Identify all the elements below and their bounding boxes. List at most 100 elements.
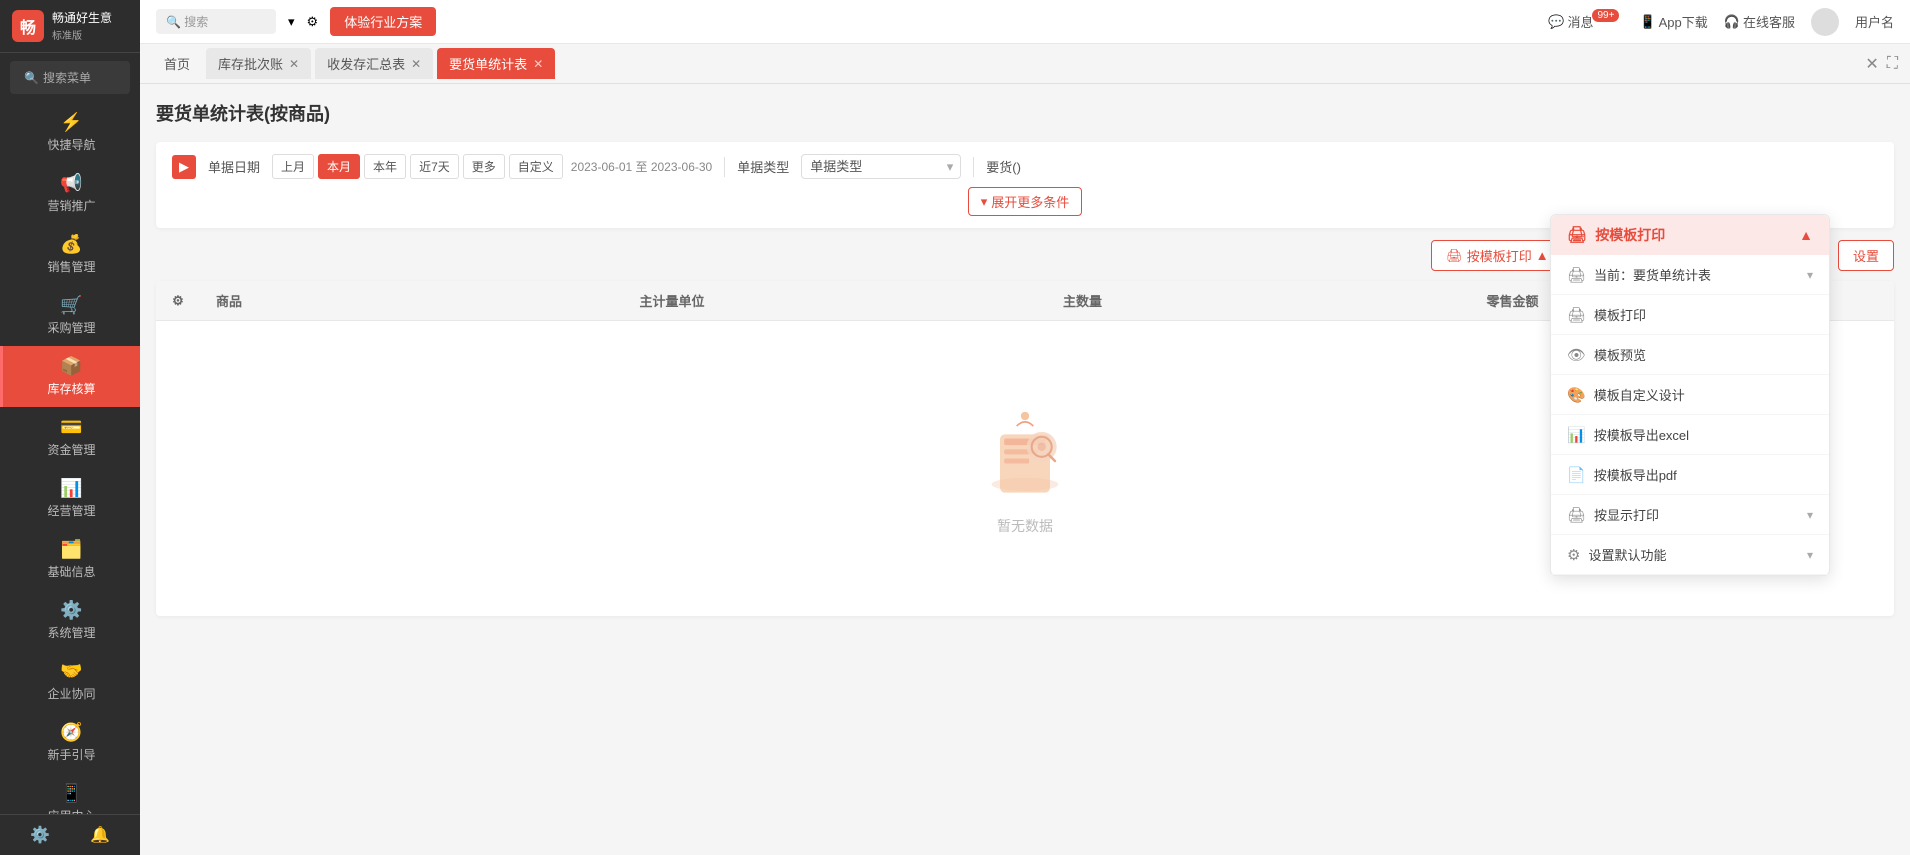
th-settings[interactable]: ⚙ <box>156 293 200 309</box>
dropdown-item-template-export-pdf[interactable]: 📄 按模板导出pdf <box>1551 455 1829 495</box>
expand-more-btn[interactable]: ▾ 展开更多条件 <box>968 187 1083 216</box>
sidebar-item-finance[interactable]: 💳 资金管理 <box>0 407 140 468</box>
tabs-bar: 首页 库存批次账 ✕收发存汇总表 ✕要货单统计表 ✕ ✕ ⛶ <box>140 44 1910 84</box>
sidebar-item-basic[interactable]: 🗂️ 基础信息 <box>0 529 140 590</box>
tab-label-receivable-summary: 收发存汇总表 <box>327 54 405 73</box>
tab-close-order-stat[interactable]: ✕ <box>533 57 543 71</box>
order-type-label: 单据类型 <box>737 157 789 176</box>
date-btn-本年[interactable]: 本年 <box>364 154 406 179</box>
tab-maximize-icon[interactable]: ⛶ <box>1887 55 1898 73</box>
nav-icon-apps: 📱 <box>60 783 82 804</box>
nav-label-quick-nav: 快捷导航 <box>47 136 95 153</box>
service-icon: 🎧 <box>1724 14 1740 30</box>
date-btn-本月[interactable]: 本月 <box>318 154 360 179</box>
print-template-btn[interactable]: 🖨 按模板打印 ▲ <box>1431 240 1563 271</box>
message-btn[interactable]: 💬 消息 99+ <box>1548 12 1623 31</box>
sidebar-item-apps[interactable]: 📱 应用中心 <box>0 773 140 814</box>
nav-label-purchase: 采购管理 <box>47 319 95 336</box>
page-title: 要货单统计表(按商品) <box>156 100 1894 126</box>
dropdown-arrow: ▲ <box>1799 227 1813 243</box>
avatar[interactable] <box>1811 8 1839 36</box>
di-icon-template-print: 🖨 <box>1567 306 1586 324</box>
trial-btn[interactable]: 体验行业方案 <box>330 7 436 36</box>
nav-icon-corp: 🤝 <box>60 661 82 682</box>
nav-icon-business: 📊 <box>60 478 82 499</box>
di-icon-template-export-excel: 📊 <box>1567 426 1586 444</box>
dropdown-item-template-print[interactable]: 🖨 模板打印 <box>1551 295 1829 335</box>
logo-sub: 标准版 <box>52 27 112 42</box>
sidebar-item-guide[interactable]: 🧭 新手引导 <box>0 712 140 773</box>
tab-close-receivable-summary[interactable]: ✕ <box>411 57 421 71</box>
sidebar-item-system[interactable]: ⚙️ 系统管理 <box>0 590 140 651</box>
sound-bottom-icon[interactable]: 🔔 <box>90 825 110 845</box>
th-unit: 主计量单位 <box>624 291 1048 310</box>
sidebar-item-corp[interactable]: 🤝 企业协同 <box>0 651 140 712</box>
nav-icon-marketing: 📢 <box>60 173 82 194</box>
nav-icon-sales: 💰 <box>60 234 82 255</box>
dropdown-section-display-print[interactable]: 🖨 按显示打印 ▾ <box>1551 495 1829 535</box>
settings-btn[interactable]: 设置 <box>1838 240 1894 271</box>
sidebar: 畅 畅通好生意 标准版 🔍 搜索菜单 ⚡ 快捷导航 📢 营销推广 💰 销售管理 … <box>0 0 140 855</box>
tab-order-stat[interactable]: 要货单统计表 ✕ <box>437 48 555 79</box>
app-icon: 📱 <box>1639 14 1655 30</box>
tab-label-inventory-batch: 库存批次账 <box>218 54 283 73</box>
topbar-search[interactable]: 🔍 搜索 <box>156 9 276 34</box>
ds-arrow-display-print: ▾ <box>1807 508 1813 522</box>
sidebar-item-quick-nav[interactable]: ⚡ 快捷导航 <box>0 102 140 163</box>
sidebar-item-sales[interactable]: 💰 销售管理 <box>0 224 140 285</box>
date-btn-近7天[interactable]: 近7天 <box>410 154 459 179</box>
sidebar-item-business[interactable]: 📊 经营管理 <box>0 468 140 529</box>
print-dropdown-arrow: ▲ <box>1536 248 1549 263</box>
nav-label-marketing: 营销推广 <box>47 197 95 214</box>
tab-receivable-summary[interactable]: 收发存汇总表 ✕ <box>315 48 433 79</box>
di-label-template-design: 模板自定义设计 <box>1594 385 1685 404</box>
th-goods: 商品 <box>200 291 624 310</box>
nav-icon-quick-nav: ⚡ <box>60 112 82 133</box>
nav-icon-inventory: 📦 <box>60 356 82 377</box>
current-arrow: ▾ <box>1807 268 1813 282</box>
dropdown-current[interactable]: 🖨 当前：要货单统计表 ▾ <box>1551 255 1829 295</box>
content-area: 要货单统计表(按商品) ▶ 单据日期 上月本月本年近7天更多自定义2023-06… <box>140 84 1910 855</box>
tab-close-all-icon[interactable]: ✕ <box>1865 54 1878 74</box>
filter-expand-btn[interactable]: ▶ <box>172 155 196 179</box>
empty-text: 暂无数据 <box>997 516 1053 536</box>
dropdown-item-template-preview[interactable]: 👁 模板预览 <box>1551 335 1829 375</box>
nav-icon-system: ⚙️ <box>60 600 82 621</box>
nav-label-basic: 基础信息 <box>47 563 95 580</box>
date-btn-自定义[interactable]: 自定义 <box>509 154 563 179</box>
online-service-btn[interactable]: 🎧 在线客服 <box>1724 12 1795 31</box>
app-download-btn[interactable]: 📱 App下载 <box>1639 12 1707 31</box>
nav-label-apps: 应用中心 <box>47 807 95 814</box>
message-badge: 99+ <box>1592 9 1619 22</box>
sidebar-search[interactable]: 🔍 搜索菜单 <box>10 61 130 94</box>
dropdown-header[interactable]: 🖨 按模板打印 ▲ <box>1551 215 1829 255</box>
di-label-template-preview: 模板预览 <box>1594 345 1646 364</box>
tab-home[interactable]: 首页 <box>152 48 202 79</box>
nav-icon-purchase: 🛒 <box>60 295 82 316</box>
sidebar-logo: 畅 畅通好生意 标准版 <box>0 0 140 53</box>
nav-icon-guide: 🧭 <box>60 722 82 743</box>
print-icon: 🖨 <box>1446 248 1463 264</box>
sidebar-item-inventory[interactable]: 📦 库存核算 <box>0 346 140 407</box>
sidebar-item-purchase[interactable]: 🛒 采购管理 <box>0 285 140 346</box>
nav-label-sales: 销售管理 <box>47 258 95 275</box>
dropdown-section-set-default[interactable]: ⚙ 设置默认功能 ▾ <box>1551 535 1829 575</box>
topbar-settings-icon[interactable]: ⚙ <box>307 14 319 30</box>
date-buttons: 上月本月本年近7天更多自定义2023-06-01 至 2023-06-30 <box>272 154 712 179</box>
order-type-select[interactable]: 单据类型 <box>801 154 961 179</box>
logo-text: 畅通好生意 <box>52 10 112 27</box>
topbar-dropdown-icon[interactable]: ▾ <box>288 14 295 30</box>
print-dropdown-overlay: 🖨 按模板打印 ▲ 🖨 当前：要货单统计表 ▾ 🖨 模板打印 👁 模板预览 <box>1550 214 1830 576</box>
sidebar-item-marketing[interactable]: 📢 营销推广 <box>0 163 140 224</box>
tab-close-inventory-batch[interactable]: ✕ <box>289 57 299 71</box>
settings-bottom-icon[interactable]: ⚙️ <box>30 825 50 845</box>
tab-inventory-batch[interactable]: 库存批次账 ✕ <box>206 48 311 79</box>
ds-icon-set-default: ⚙ <box>1567 546 1580 564</box>
dropdown-item-template-design[interactable]: 🎨 模板自定义设计 <box>1551 375 1829 415</box>
dropdown-item-template-export-excel[interactable]: 📊 按模板导出excel <box>1551 415 1829 455</box>
nav-label-system: 系统管理 <box>47 624 95 641</box>
di-label-template-export-pdf: 按模板导出pdf <box>1594 465 1677 484</box>
date-btn-更多[interactable]: 更多 <box>463 154 505 179</box>
tab-label-order-stat: 要货单统计表 <box>449 54 527 73</box>
date-btn-上月[interactable]: 上月 <box>272 154 314 179</box>
